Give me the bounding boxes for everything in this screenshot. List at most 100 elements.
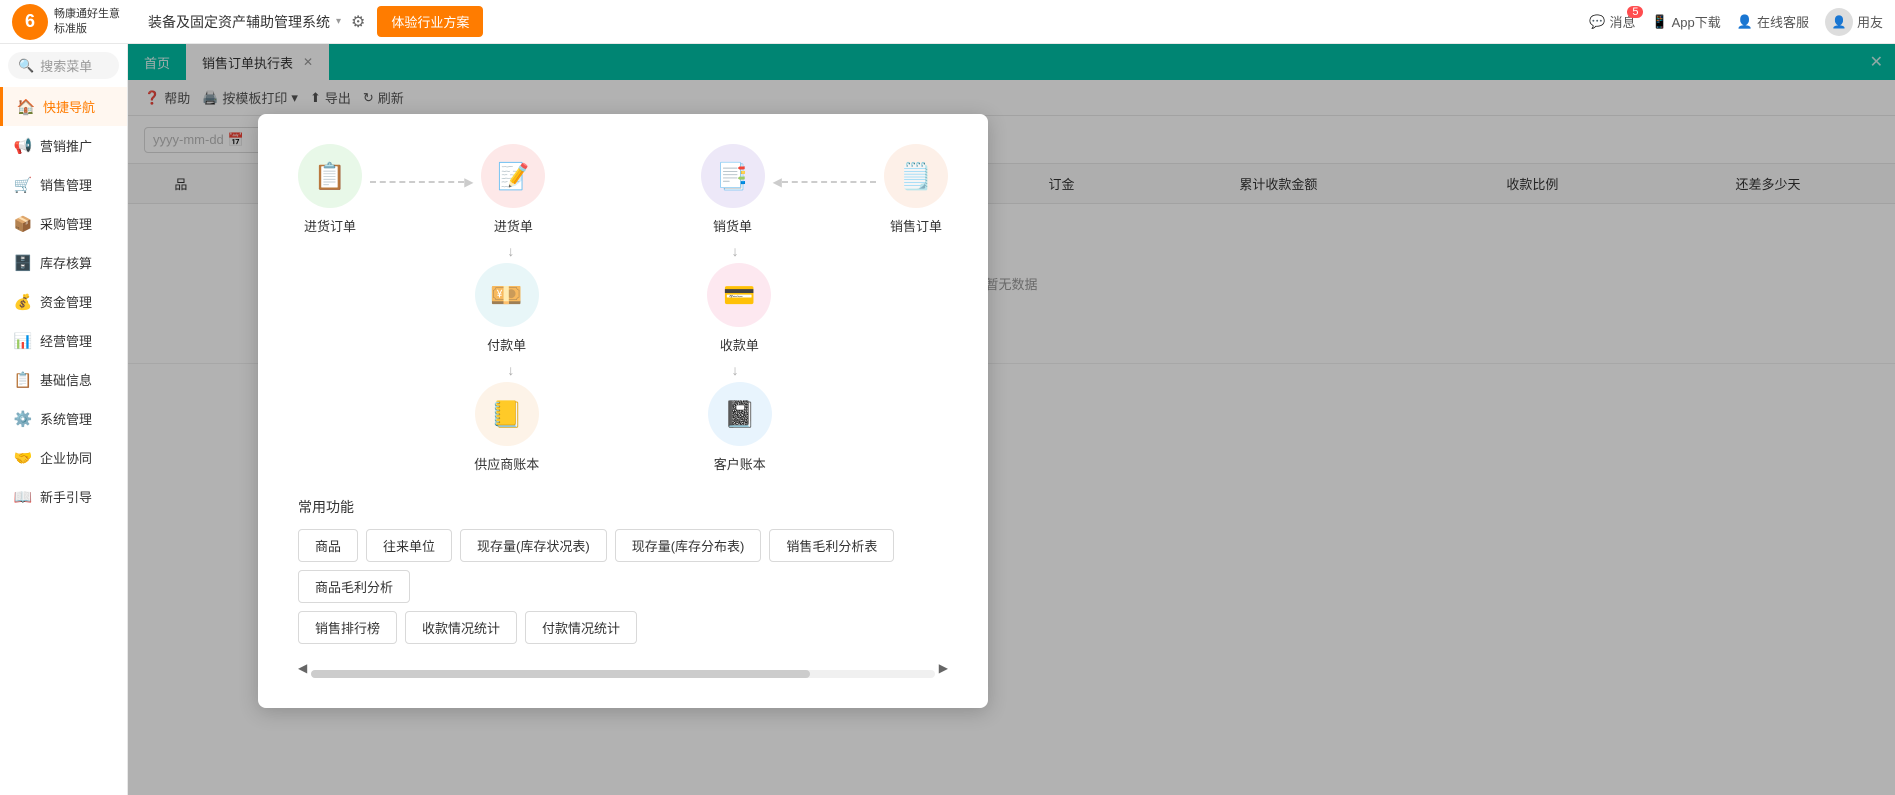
sidebar-item-sales[interactable]: 🛒 销售管理 xyxy=(0,165,127,204)
system-title-area: 装备及固定资产辅助管理系统 ▾ xyxy=(148,12,341,32)
arrow-down-sales: ↓ xyxy=(703,243,767,259)
overlay[interactable]: 📋 进货订单 ▶ 📝 进货单 xyxy=(128,44,1895,795)
message-badge: 5 xyxy=(1627,6,1643,18)
settings-icon[interactable]: ⚙ xyxy=(351,12,365,32)
sidebar-item-label: 营销推广 xyxy=(40,136,92,155)
scroll-left-arrow[interactable]: ◀ xyxy=(298,661,307,675)
user-area[interactable]: 👤 用友 xyxy=(1825,8,1883,36)
flow-popup: 📋 进货订单 ▶ 📝 进货单 xyxy=(258,114,988,708)
sidebar-item-label: 经营管理 xyxy=(40,331,92,350)
receipt-label: 收款单 xyxy=(720,335,759,354)
arrow-down-receipt: ↓ xyxy=(703,362,767,378)
sidebar-item-enterprise[interactable]: 🤝 企业协同 xyxy=(0,438,127,477)
sidebar-item-finance[interactable]: 💰 资金管理 xyxy=(0,282,127,321)
scroll-right-arrow[interactable]: ▶ xyxy=(939,661,948,675)
flow-node-purchase-order[interactable]: 📋 进货订单 xyxy=(298,144,362,235)
func-btn-stock-status[interactable]: 现存量(库存状况表) xyxy=(460,529,607,562)
sidebar-item-label: 新手引导 xyxy=(40,487,92,506)
online-service-btn[interactable]: 👤 在线客服 xyxy=(1737,12,1809,31)
func-btn-sales-profit[interactable]: 销售毛利分析表 xyxy=(769,529,894,562)
online-service-label: 在线客服 xyxy=(1757,12,1809,31)
flow-node-supplier-ledger[interactable]: 📒 供应商账本 xyxy=(474,382,539,473)
marketing-icon: 📢 xyxy=(14,137,32,155)
flow-row-2: 💴 付款单 💳 收款单 xyxy=(298,263,948,354)
sales-bill-icon: 📑 xyxy=(701,144,765,208)
flow-diagram-area: 📋 进货订单 ▶ 📝 进货单 xyxy=(298,144,948,473)
purchase-icon: 📦 xyxy=(14,215,32,233)
func-btn-product-profit[interactable]: 商品毛利分析 xyxy=(298,570,410,603)
func-btn-product[interactable]: 商品 xyxy=(298,529,358,562)
content-area: 首页 销售订单执行表 ✕ ✕ ❓ 帮助 🖨️ 按模板打印 ▾ xyxy=(128,44,1895,795)
flow-node-sales-bill[interactable]: 📑 销货单 xyxy=(701,144,765,235)
flow-node-receipt[interactable]: 💳 收款单 xyxy=(707,263,771,354)
flow-node-sales-order[interactable]: 🗒️ 销售订单 xyxy=(884,144,948,235)
sidebar-item-new-guide[interactable]: 📖 新手引导 xyxy=(0,477,127,516)
sales-order-label: 销售订单 xyxy=(890,216,942,235)
sidebar-item-label: 企业协同 xyxy=(40,448,92,467)
purchase-order-label: 进货订单 xyxy=(304,216,356,235)
flow-row-3: 📒 供应商账本 📓 客户账本 xyxy=(298,382,948,473)
supplier-ledger-label: 供应商账本 xyxy=(474,454,539,473)
sidebar-item-system[interactable]: ⚙️ 系统管理 xyxy=(0,399,127,438)
sidebar-item-inventory[interactable]: 🗄️ 库存核算 xyxy=(0,243,127,282)
user-avatar: 👤 xyxy=(1825,8,1853,36)
app-logo: 6 xyxy=(12,4,48,40)
sidebar-item-label: 资金管理 xyxy=(40,292,92,311)
experience-button[interactable]: 体验行业方案 xyxy=(377,6,483,37)
sidebar-item-label: 快捷导航 xyxy=(43,97,95,116)
customer-ledger-label: 客户账本 xyxy=(714,454,766,473)
func-btn-stock-dist[interactable]: 现存量(库存分布表) xyxy=(615,529,762,562)
flow-node-payment[interactable]: 💴 付款单 xyxy=(475,263,539,354)
sidebar-item-marketing[interactable]: 📢 营销推广 xyxy=(0,126,127,165)
download-icon: 📱 xyxy=(1651,14,1667,30)
sidebar-item-quick-nav[interactable]: 🏠 快捷导航 xyxy=(0,87,127,126)
func-buttons-row2: 销售排行榜 收款情况统计 付款情况统计 xyxy=(298,611,948,644)
payment-icon: 💴 xyxy=(475,263,539,327)
message-btn[interactable]: 💬 消息 5 xyxy=(1589,12,1635,31)
sidebar-item-label: 库存核算 xyxy=(40,253,92,272)
search-menu-btn[interactable]: 🔍 搜索菜单 xyxy=(8,52,119,79)
scrollbar-thumb xyxy=(311,670,810,678)
sidebar-item-operations[interactable]: 📊 经营管理 xyxy=(0,321,127,360)
popup-scrollbar[interactable] xyxy=(311,670,935,678)
payment-label: 付款单 xyxy=(487,335,526,354)
user-name: 用友 xyxy=(1857,12,1883,31)
func-buttons-row1: 商品 往来单位 现存量(库存状况表) 现存量(库存分布表) 销售毛利分析表 商品… xyxy=(298,529,948,603)
common-functions-title: 常用功能 xyxy=(298,497,948,517)
purchase-bill-icon: 📝 xyxy=(481,144,545,208)
purchase-bill-label: 进货单 xyxy=(494,216,533,235)
func-btn-partner[interactable]: 往来单位 xyxy=(366,529,452,562)
flow-arrows-vertical: ↓ ↓ xyxy=(298,243,948,259)
arrow-down-payment: ↓ xyxy=(479,362,543,378)
sidebar-item-label: 基础信息 xyxy=(40,370,92,389)
receipt-icon: 💳 xyxy=(707,263,771,327)
arrow-sales-order-to-bill: ◀ xyxy=(765,175,884,189)
app-name: 畅康通好生意 标准版 xyxy=(54,7,120,36)
purchase-order-icon: 📋 xyxy=(298,144,362,208)
sidebar-item-basic-info[interactable]: 📋 基础信息 xyxy=(0,360,127,399)
enterprise-icon: 🤝 xyxy=(14,449,32,467)
sales-order-icon: 🗒️ xyxy=(884,144,948,208)
system-icon: ⚙️ xyxy=(14,410,32,428)
sidebar-item-purchase[interactable]: 📦 采购管理 xyxy=(0,204,127,243)
service-icon: 👤 xyxy=(1737,14,1753,30)
flow-row-1: 📋 进货订单 ▶ 📝 进货单 xyxy=(298,144,948,235)
sidebar-search-area[interactable]: 🔍 搜索菜单 xyxy=(0,44,127,87)
search-icon: 🔍 xyxy=(18,58,34,74)
sidebar: 🔍 搜索菜单 🏠 快捷导航 📢 营销推广 🛒 销售管理 📦 采购管理 xyxy=(0,44,128,795)
flow-node-purchase-bill[interactable]: 📝 进货单 xyxy=(481,144,545,235)
operations-icon: 📊 xyxy=(14,332,32,350)
arrow-down-purchase: ↓ xyxy=(479,243,543,259)
system-dropdown-arrow[interactable]: ▾ xyxy=(336,16,341,27)
basic-info-icon: 📋 xyxy=(14,371,32,389)
func-btn-payment-stats[interactable]: 付款情况统计 xyxy=(525,611,637,644)
func-btn-sales-rank[interactable]: 销售排行榜 xyxy=(298,611,397,644)
inventory-icon: 🗄️ xyxy=(14,254,32,272)
app-download-label: App下载 xyxy=(1672,12,1721,31)
sidebar-item-label: 销售管理 xyxy=(40,175,92,194)
arrow-purchase-order-to-bill: ▶ xyxy=(362,175,481,189)
message-icon: 💬 xyxy=(1589,14,1605,30)
app-download-btn[interactable]: 📱 App下载 xyxy=(1651,12,1720,31)
func-btn-receipt-stats[interactable]: 收款情况统计 xyxy=(405,611,517,644)
flow-node-customer-ledger[interactable]: 📓 客户账本 xyxy=(708,382,772,473)
